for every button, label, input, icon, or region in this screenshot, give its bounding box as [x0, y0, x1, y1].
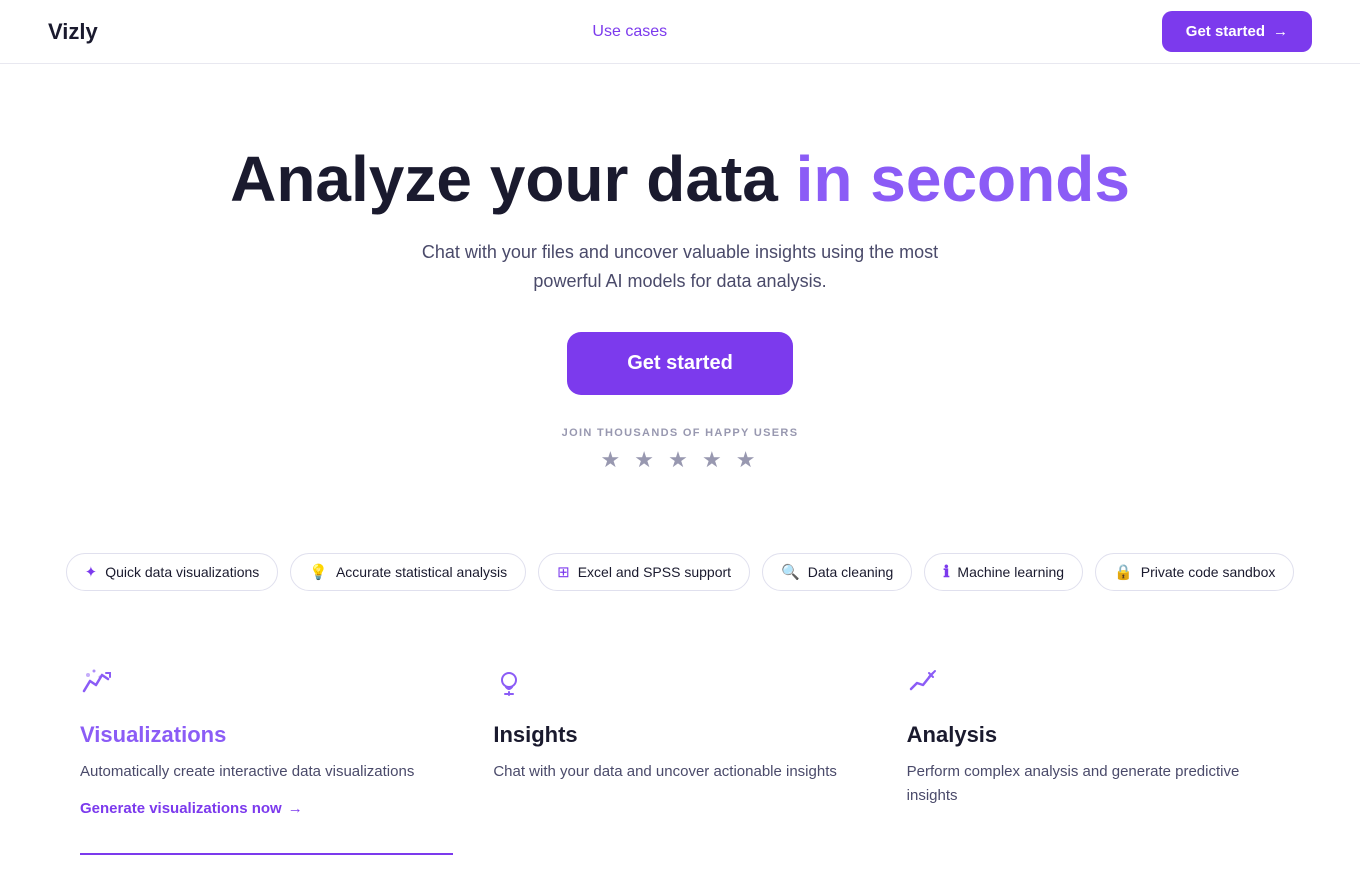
sparkle-icon: ✦ — [85, 563, 98, 581]
analysis-icon — [907, 667, 1280, 706]
feature-insights: Insights Chat with your data and uncover… — [493, 667, 866, 855]
logo: Vizly — [48, 19, 98, 45]
hero-title: Analyze your data in seconds — [24, 144, 1336, 214]
hero-get-started-button[interactable]: Get started — [567, 332, 793, 395]
analysis-title: Analysis — [907, 722, 1280, 748]
navbar: Vizly Use cases Get started → — [0, 0, 1360, 64]
social-proof: JOIN THOUSANDS OF HAPPY USERS ★ ★ ★ ★ ★ — [24, 427, 1336, 473]
insights-icon — [493, 667, 866, 706]
tag-private-sandbox: 🔒 Private code sandbox — [1095, 553, 1294, 591]
grid-icon: ⊞ — [557, 563, 570, 581]
tag-machine-learning: ℹ Machine learning — [924, 553, 1083, 591]
tag-excel-spss: ⊞ Excel and SPSS support — [538, 553, 750, 591]
visualizations-icon — [80, 667, 453, 706]
search-icon: 🔍 — [781, 563, 800, 581]
lock-icon: 🔒 — [1114, 563, 1133, 581]
info-icon: ℹ — [943, 562, 949, 582]
tag-quick-visualizations: ✦ Quick data visualizations — [66, 553, 279, 591]
hero-subtitle: Chat with your files and uncover valuabl… — [390, 238, 970, 296]
feature-tags: ✦ Quick data visualizations 💡 Accurate s… — [0, 533, 1360, 607]
social-proof-text: JOIN THOUSANDS OF HAPPY USERS — [24, 427, 1336, 439]
nav-get-started-button[interactable]: Get started → — [1162, 11, 1312, 52]
analysis-desc: Perform complex analysis and generate pr… — [907, 760, 1280, 808]
insights-title: Insights — [493, 722, 866, 748]
visualizations-title: Visualizations — [80, 722, 453, 748]
nav-link-use-cases[interactable]: Use cases — [592, 23, 667, 40]
insights-desc: Chat with your data and uncover actionab… — [493, 760, 866, 784]
visualizations-desc: Automatically create interactive data vi… — [80, 760, 453, 784]
feature-analysis: Analysis Perform complex analysis and ge… — [907, 667, 1280, 855]
generate-visualizations-link[interactable]: Generate visualizations now → — [80, 800, 453, 817]
hero-section: Analyze your data in seconds Chat with y… — [0, 64, 1360, 533]
star-rating: ★ ★ ★ ★ ★ — [24, 447, 1336, 473]
tag-statistical-analysis: 💡 Accurate statistical analysis — [290, 553, 526, 591]
bulb-icon: 💡 — [309, 563, 328, 581]
tag-data-cleaning: 🔍 Data cleaning — [762, 553, 912, 591]
feature-visualizations: Visualizations Automatically create inte… — [80, 667, 453, 855]
nav-links: Use cases — [592, 23, 667, 41]
features-section: Visualizations Automatically create inte… — [0, 607, 1360, 895]
visualizations-underline — [80, 853, 453, 855]
